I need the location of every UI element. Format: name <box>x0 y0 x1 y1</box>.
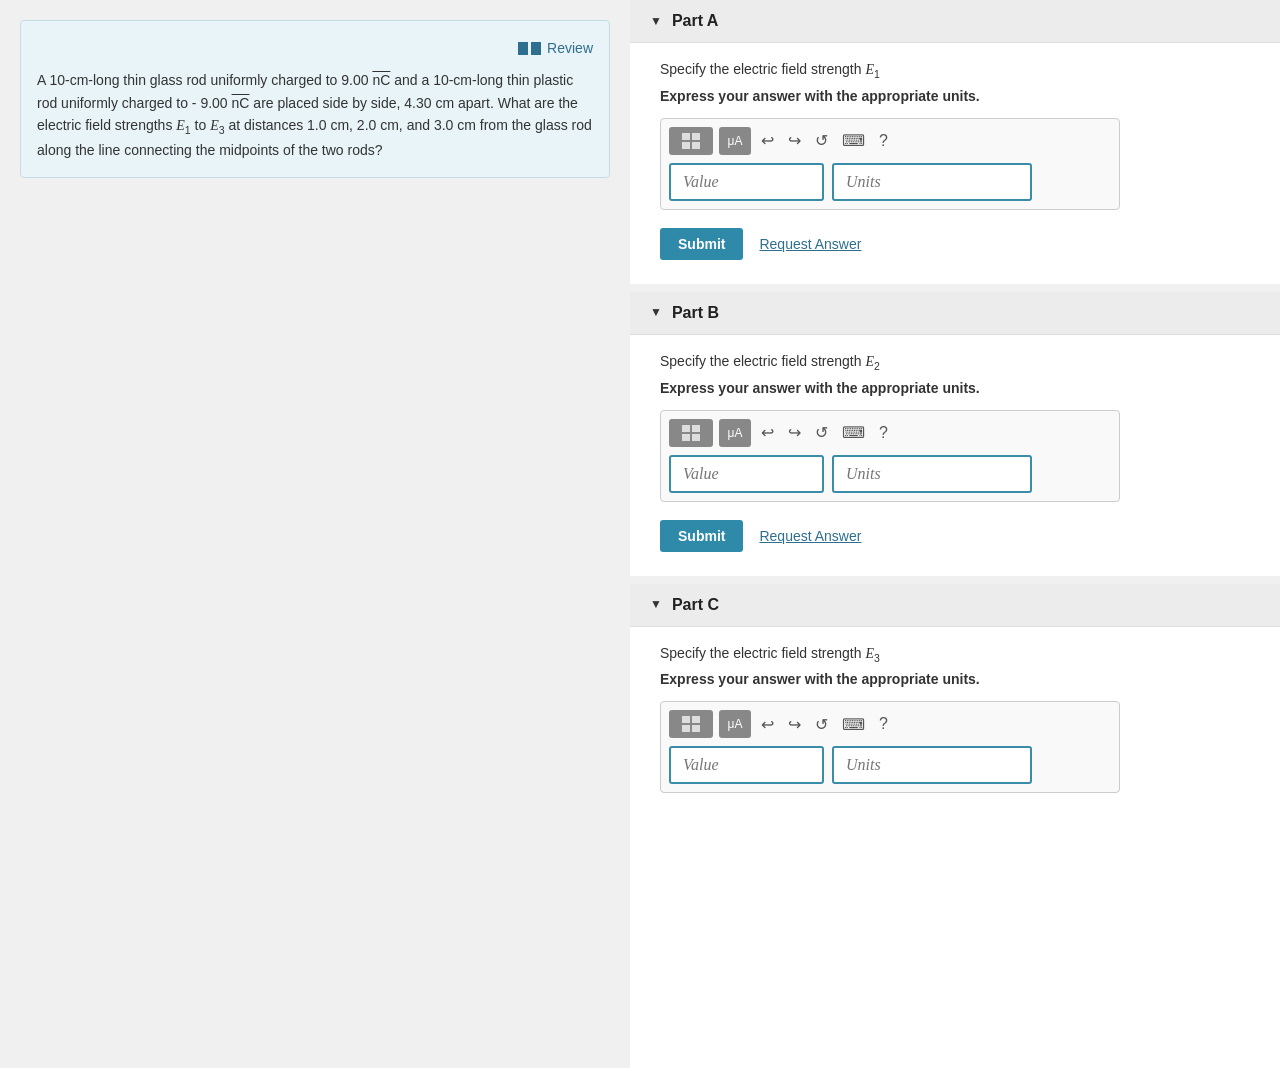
part-b-request-answer-button[interactable]: Request Answer <box>759 528 861 544</box>
part-a-redo-button[interactable]: ↪ <box>784 129 805 152</box>
part-b-units-input[interactable] <box>832 455 1032 493</box>
part-c-title: Part C <box>672 596 719 614</box>
part-a-keyboard-button[interactable]: ⌨ <box>838 129 869 152</box>
part-b-redo-button[interactable]: ↪ <box>784 421 805 444</box>
part-b-help-button[interactable]: ? <box>875 422 892 444</box>
left-panel: Review A 10-cm-long thin glass rod unifo… <box>0 0 630 1068</box>
part-b-header: ▼ Part B <box>630 292 1280 335</box>
part-a-request-answer-button[interactable]: Request Answer <box>759 236 861 252</box>
part-c-header: ▼ Part C <box>630 584 1280 627</box>
part-c-redo-button[interactable]: ↪ <box>784 713 805 736</box>
part-a-help-button[interactable]: ? <box>875 130 892 152</box>
part-b-content: Specify the electric field strength E2 E… <box>630 335 1280 576</box>
part-c-content: Specify the electric field strength E3 E… <box>630 627 1280 832</box>
part-c-undo-button[interactable]: ↩ <box>757 713 778 736</box>
part-b-description: Specify the electric field strength E2 <box>660 353 1250 372</box>
part-b-toolbar: μA ↩ ↪ ↺ ⌨ ? <box>669 419 1111 447</box>
part-b-instruction: Express your answer with the appropriate… <box>660 380 1250 396</box>
part-b-value-input[interactable] <box>669 455 824 493</box>
part-c-value-input[interactable] <box>669 746 824 784</box>
part-a-undo-button[interactable]: ↩ <box>757 129 778 152</box>
part-a-header: ▼ Part A <box>630 0 1280 43</box>
right-panel: ▼ Part A Specify the electric field stre… <box>630 0 1280 1068</box>
part-bc-divider <box>630 576 1280 584</box>
part-b-fields <box>669 455 1111 493</box>
part-c-instruction: Express your answer with the appropriate… <box>660 671 1250 687</box>
part-b-submit-button[interactable]: Submit <box>660 520 743 552</box>
part-c-keyboard-button[interactable]: ⌨ <box>838 713 869 736</box>
part-c-help-button[interactable]: ? <box>875 713 892 735</box>
part-a-submit-button[interactable]: Submit <box>660 228 743 260</box>
part-b-title: Part B <box>672 304 719 322</box>
part-a-fields <box>669 163 1111 201</box>
part-a-toolbar: μA ↩ ↪ ↺ ⌨ ? <box>669 127 1111 155</box>
part-b-section: ▼ Part B Specify the electric field stre… <box>630 292 1280 576</box>
part-c-units-input[interactable] <box>832 746 1032 784</box>
part-c-input-container: μA ↩ ↪ ↺ ⌨ ? <box>660 701 1120 793</box>
part-b-refresh-button[interactable]: ↺ <box>811 421 832 444</box>
review-link-container: Review <box>37 37 593 59</box>
part-b-keyboard-button[interactable]: ⌨ <box>838 421 869 444</box>
part-c-collapse-icon[interactable]: ▼ <box>650 597 662 612</box>
part-a-palette-button[interactable] <box>669 127 713 155</box>
part-a-instruction: Express your answer with the appropriate… <box>660 88 1250 104</box>
part-c-section: ▼ Part C Specify the electric field stre… <box>630 584 1280 832</box>
part-b-collapse-icon[interactable]: ▼ <box>650 305 662 320</box>
part-b-input-container: μA ↩ ↪ ↺ ⌨ ? <box>660 410 1120 502</box>
part-c-mu-button[interactable]: μA <box>719 710 751 738</box>
part-a-input-container: μA ↩ ↪ ↺ ⌨ ? <box>660 118 1120 210</box>
part-c-fields <box>669 746 1111 784</box>
part-ab-divider <box>630 284 1280 292</box>
part-a-value-input[interactable] <box>669 163 824 201</box>
question-text: A 10-cm-long thin glass rod uniformly ch… <box>37 69 593 161</box>
part-a-section: ▼ Part A Specify the electric field stre… <box>630 0 1280 284</box>
part-a-refresh-button[interactable]: ↺ <box>811 129 832 152</box>
part-b-palette-button[interactable] <box>669 419 713 447</box>
part-a-action-row: Submit Request Answer <box>660 228 1250 260</box>
part-c-refresh-button[interactable]: ↺ <box>811 713 832 736</box>
part-a-units-input[interactable] <box>832 163 1032 201</box>
part-c-toolbar: μA ↩ ↪ ↺ ⌨ ? <box>669 710 1111 738</box>
part-c-description: Specify the electric field strength E3 <box>660 645 1250 664</box>
review-icon <box>518 42 541 55</box>
part-a-content: Specify the electric field strength E1 E… <box>630 43 1280 284</box>
part-b-mu-button[interactable]: μA <box>719 419 751 447</box>
part-b-undo-button[interactable]: ↩ <box>757 421 778 444</box>
part-a-description: Specify the electric field strength E1 <box>660 61 1250 80</box>
part-c-palette-button[interactable] <box>669 710 713 738</box>
part-b-action-row: Submit Request Answer <box>660 520 1250 552</box>
review-button[interactable]: Review <box>547 37 593 59</box>
part-a-collapse-icon[interactable]: ▼ <box>650 14 662 29</box>
part-a-title: Part A <box>672 12 719 30</box>
question-box: Review A 10-cm-long thin glass rod unifo… <box>20 20 610 178</box>
part-a-mu-button[interactable]: μA <box>719 127 751 155</box>
